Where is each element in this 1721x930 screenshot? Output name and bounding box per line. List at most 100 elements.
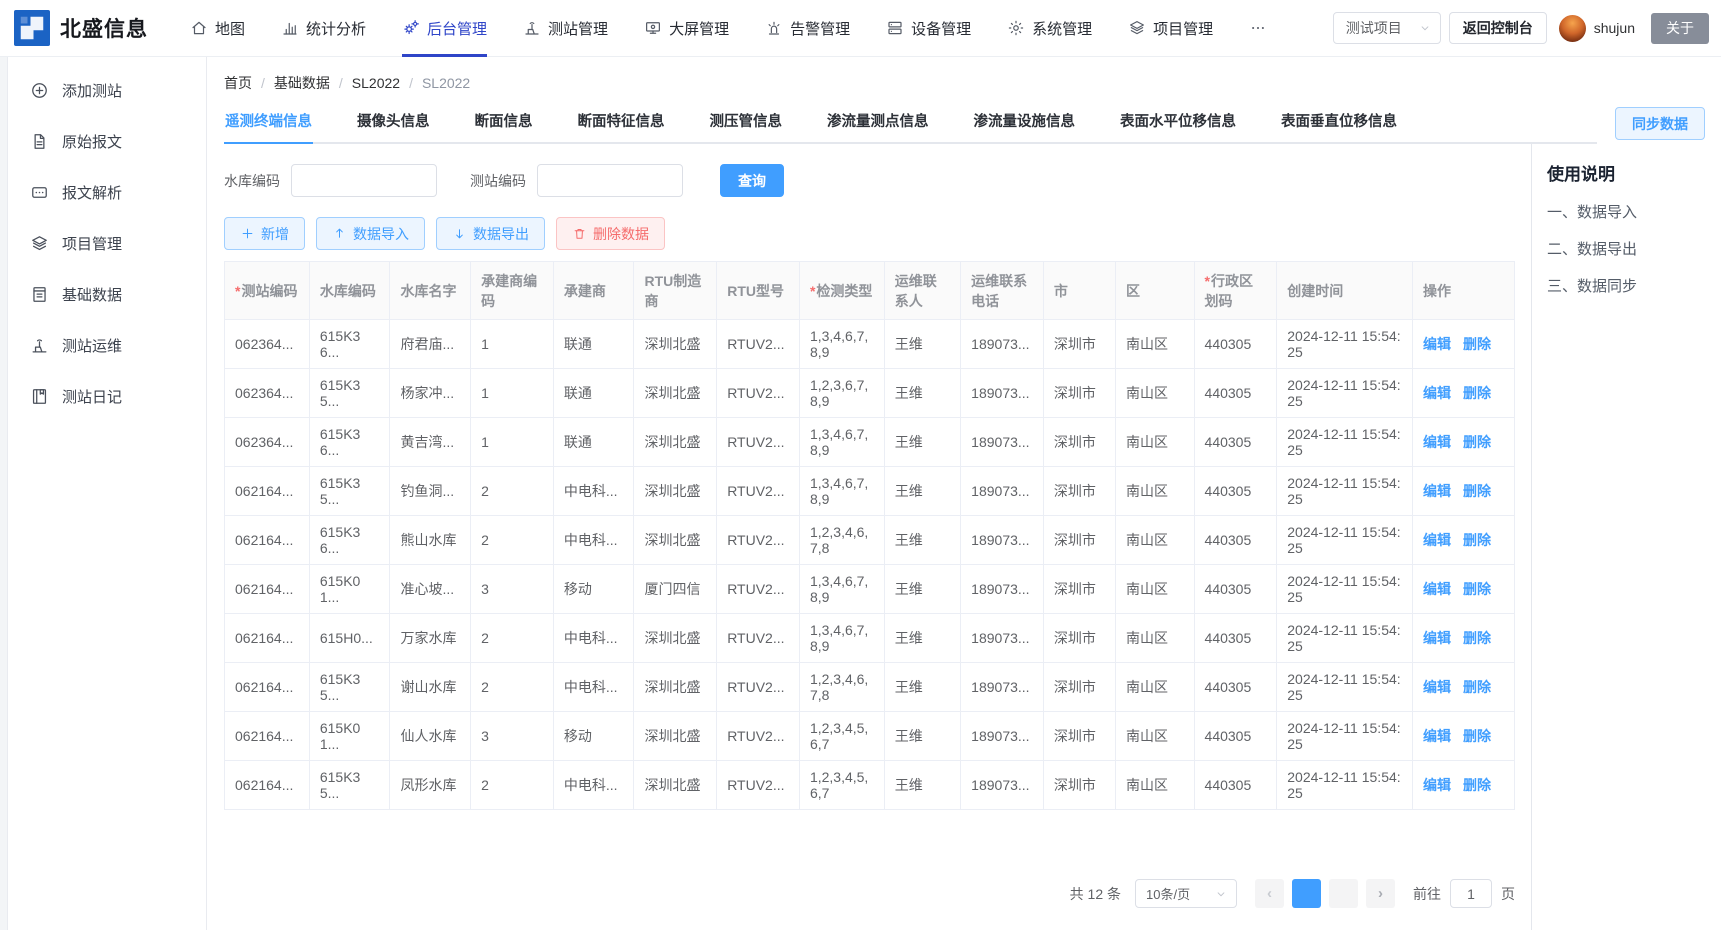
delete-data-button[interactable]: 删除数据 <box>556 217 665 250</box>
edit-link[interactable]: 编辑 <box>1423 728 1451 744</box>
nav-item[interactable]: 地图 <box>190 0 245 57</box>
delete-link[interactable]: 删除 <box>1463 581 1491 597</box>
add-button[interactable]: 新增 <box>224 217 305 250</box>
journal-icon <box>30 387 49 406</box>
edit-link[interactable]: 编辑 <box>1423 532 1451 548</box>
table-cell: 615K35... <box>309 761 390 810</box>
sidebar-item[interactable]: 添加测站 <box>8 65 206 116</box>
sidebar-item[interactable]: 项目管理 <box>8 218 206 269</box>
usage-help-panel: 使用说明 一、数据导入 二、数据导出 <box>1531 144 1721 930</box>
delete-link[interactable]: 删除 <box>1463 777 1491 793</box>
table-cell: 440305 <box>1194 761 1277 810</box>
edit-link[interactable]: 编辑 <box>1423 777 1451 793</box>
table-cell: 1,3,4,6,7,8,9 <box>799 320 884 369</box>
nav-item[interactable]: 系统管理 <box>1007 0 1092 57</box>
table-row: 062164...615K01...仙人水库3移动深圳北盛RTUV2...1,2… <box>225 712 1515 761</box>
table-cell: 189073... <box>961 418 1044 467</box>
breadcrumb-separator: / <box>339 75 343 91</box>
page-size-select[interactable]: 10条/页 <box>1135 879 1237 908</box>
breadcrumb-item[interactable]: 首页 <box>224 73 252 93</box>
back-to-console-button[interactable]: 返回控制台 <box>1449 12 1547 44</box>
tab[interactable]: 表面垂直位移信息 <box>1280 110 1398 142</box>
nav-item[interactable]: 项目管理 <box>1128 0 1213 57</box>
sidebar-item[interactable]: 原始报文 <box>8 116 206 167</box>
tab[interactable]: 测压管信息 <box>709 110 784 142</box>
tab[interactable]: 摄像头信息 <box>356 110 431 142</box>
tab[interactable]: 渗流量测点信息 <box>826 110 930 142</box>
nav-item[interactable] <box>1249 0 1274 57</box>
page-number-button[interactable] <box>1292 879 1321 908</box>
nav-item[interactable]: 统计分析 <box>281 0 366 57</box>
edit-link[interactable]: 编辑 <box>1423 581 1451 597</box>
row-actions: 编辑删除 <box>1413 614 1515 663</box>
edit-link[interactable]: 编辑 <box>1423 630 1451 646</box>
search-button[interactable]: 查询 <box>720 164 784 197</box>
tab[interactable]: 遥测终端信息 <box>224 110 313 142</box>
nav-item[interactable]: 设备管理 <box>886 0 971 57</box>
delete-link[interactable]: 删除 <box>1463 434 1491 450</box>
delete-link[interactable]: 删除 <box>1463 385 1491 401</box>
project-select[interactable]: 测试项目 <box>1333 12 1441 44</box>
table-cell: 2024-12-11 15:54:25 <box>1277 712 1413 761</box>
table-cell: 062164... <box>225 712 310 761</box>
table-cell: 062164... <box>225 516 310 565</box>
table-cell: 1 <box>471 320 554 369</box>
tab[interactable]: 断面信息 <box>474 110 534 142</box>
sidebar-item[interactable]: 测站运维 <box>8 320 206 371</box>
table-row: 062164...615H0...万家水库2中电科...深圳北盛RTUV2...… <box>225 614 1515 663</box>
reservoir-code-input[interactable] <box>291 164 437 197</box>
edit-link[interactable]: 编辑 <box>1423 385 1451 401</box>
table-cell: 南山区 <box>1116 516 1195 565</box>
station-code-input[interactable] <box>537 164 683 197</box>
sync-data-button[interactable]: 同步数据 <box>1615 107 1705 140</box>
sidebar-item[interactable]: 报文解析 <box>8 167 206 218</box>
page-suffix: 页 <box>1501 884 1515 904</box>
table-cell: 南山区 <box>1116 663 1195 712</box>
sidebar-item[interactable]: 基础数据 <box>8 269 206 320</box>
delete-link[interactable]: 删除 <box>1463 336 1491 352</box>
data-export-button[interactable]: 数据导出 <box>436 217 545 250</box>
table-cell: 准心坡... <box>390 565 471 614</box>
sidebar: 添加测站 原始报文 报文解析 项目管理 基础数据 测站运维 测站日记 <box>7 57 207 930</box>
table-cell: RTUV2... <box>717 565 800 614</box>
tab[interactable]: 表面水平位移信息 <box>1119 110 1237 142</box>
breadcrumb-item[interactable]: SL2022 <box>352 75 400 91</box>
breadcrumb-item[interactable]: 基础数据 <box>274 73 330 93</box>
table-cell: RTUV2... <box>717 320 800 369</box>
table-cell: RTUV2... <box>717 614 800 663</box>
data-import-button[interactable]: 数据导入 <box>316 217 425 250</box>
plus-icon <box>240 226 255 241</box>
page-number-button[interactable] <box>1329 879 1358 908</box>
nav-item[interactable]: 测站管理 <box>523 0 608 57</box>
sidebar-item[interactable]: 测站日记 <box>8 371 206 422</box>
main-content: 首页/基础数据/SL2022/SL2022 遥测终端信息 摄像头信息 断面信息 … <box>207 57 1721 930</box>
delete-link[interactable]: 删除 <box>1463 630 1491 646</box>
edit-link[interactable]: 编辑 <box>1423 483 1451 499</box>
table-cell: 1,3,4,6,7,8,9 <box>799 614 884 663</box>
nav-item[interactable]: 大屏管理 <box>644 0 729 57</box>
nav-item[interactable]: 告警管理 <box>765 0 850 57</box>
tab[interactable]: 渗流量设施信息 <box>973 110 1077 142</box>
delete-link[interactable]: 删除 <box>1463 679 1491 695</box>
table-cell: 2 <box>471 663 554 712</box>
table-row: 062164...615K35...钓鱼洞...2中电科...深圳北盛RTUV2… <box>225 467 1515 516</box>
avatar[interactable] <box>1559 15 1586 42</box>
goto-page-input[interactable] <box>1450 879 1492 908</box>
next-page-button[interactable]: › <box>1366 879 1395 908</box>
edit-link[interactable]: 编辑 <box>1423 434 1451 450</box>
edit-link[interactable]: 编辑 <box>1423 679 1451 695</box>
tab[interactable]: 断面特征信息 <box>577 110 666 142</box>
prev-page-button[interactable]: ‹ <box>1255 879 1284 908</box>
edit-link[interactable]: 编辑 <box>1423 336 1451 352</box>
table-cell: 2024-12-11 15:54:25 <box>1277 614 1413 663</box>
table-cell: 深圳市 <box>1043 320 1115 369</box>
nav-item[interactable]: 后台管理 <box>402 0 487 57</box>
delete-link[interactable]: 删除 <box>1463 532 1491 548</box>
delete-link[interactable]: 删除 <box>1463 728 1491 744</box>
table-cell: 深圳市 <box>1043 369 1115 418</box>
station-icon <box>523 19 541 37</box>
about-button[interactable]: 关于 <box>1651 13 1709 44</box>
table-cell: 440305 <box>1194 614 1277 663</box>
table-cell: 3 <box>471 565 554 614</box>
delete-link[interactable]: 删除 <box>1463 483 1491 499</box>
